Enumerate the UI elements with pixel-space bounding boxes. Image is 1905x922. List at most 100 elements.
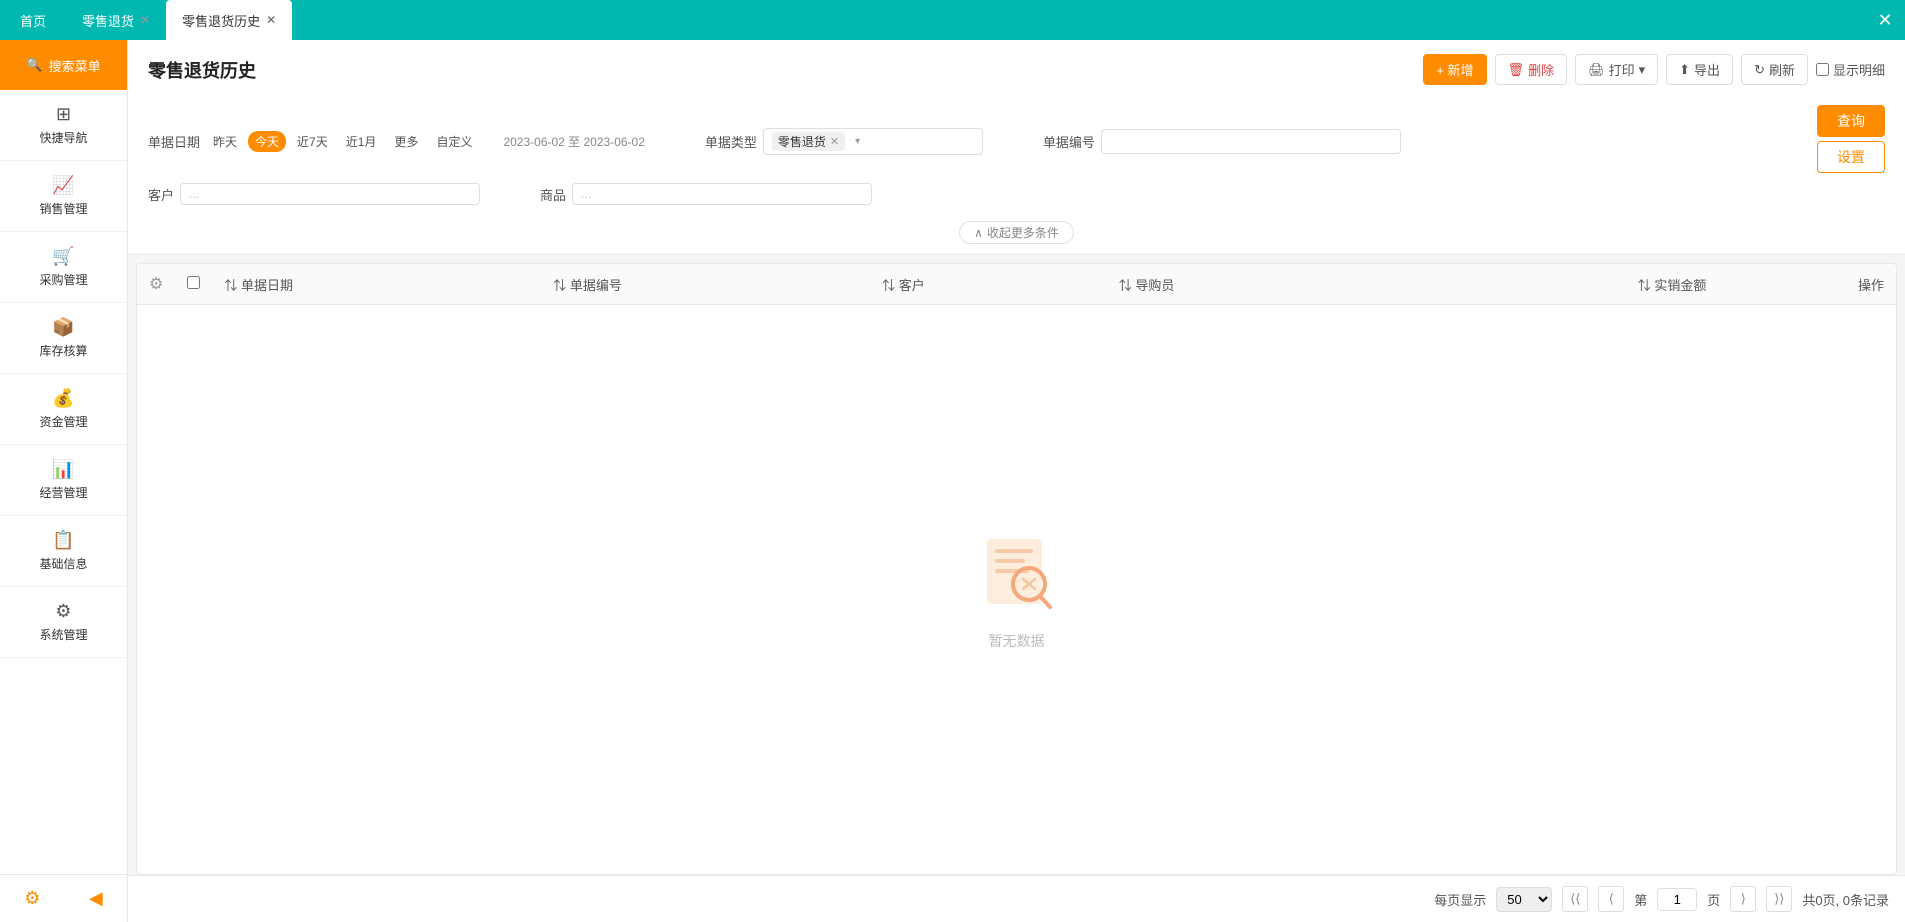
sidebar-item-inventory[interactable]: 📦 库存核算 [0,303,127,374]
finance-icon: 💰 [52,388,74,409]
export-icon: ⬆ [1679,62,1690,78]
print-dropdown-arrow: ▾ [1639,62,1646,78]
empty-text: 暂无数据 [989,631,1045,651]
date-opt-yesterday[interactable]: 昨天 [206,131,244,152]
close-tab-retail-return-history[interactable]: ✕ [266,13,276,27]
collapse-button[interactable]: ∧ 收起更多条件 [959,221,1074,244]
table-settings-icon[interactable]: ⚙ [149,276,163,293]
sidebar-item-sales-mgmt[interactable]: 📈 销售管理 [0,161,127,232]
doc-type-tag-remove[interactable]: ✕ [830,135,839,148]
sidebar-item-quick-nav[interactable]: ⊞ 快捷导航 [0,90,127,161]
sidebar: 🔍 搜索菜单 ⊞ 快捷导航 📈 销售管理 🛒 采购管理 📦 库存核算 💰 [0,40,128,922]
goods-placeholder: ... [581,187,591,201]
show-detail-checkbox-group: 显示明细 [1816,60,1885,79]
show-detail-checkbox[interactable] [1816,63,1829,76]
th-amount: ⇅ 实销金额 [1390,264,1719,305]
goods-filter: 商品 ... [540,183,872,205]
sidebar-item-purchase-mgmt[interactable]: 🛒 采购管理 [0,232,127,303]
customer-input[interactable]: ... [180,183,480,205]
select-all-checkbox[interactable] [187,276,200,289]
collapse-icon: ∧ [974,226,983,240]
main-table: ⚙ ⇅ 单据日期 ⇅ 单据编号 [137,264,1896,305]
inventory-icon: 📦 [52,317,74,338]
delete-icon: 🗑 [1508,62,1525,78]
doc-no-label: 单据编号 [1043,132,1095,151]
date-opt-custom[interactable]: 自定义 [429,131,479,152]
quick-nav-icon: ⊞ [56,104,71,125]
prev-page-button[interactable]: ⟨ [1598,886,1624,912]
pagination-bar: 每页显示 50 100 200 ⟨⟨ ⟨ 第 页 ⟩ ⟩⟩ 共0页, 0条记录 [128,875,1905,922]
date-opt-1month[interactable]: 近1月 [339,131,384,152]
sidebar-item-system[interactable]: ⚙ 系统管理 [0,587,127,658]
next-page-button[interactable]: ⟩ [1730,886,1756,912]
date-opt-7days[interactable]: 近7天 [290,131,335,152]
doc-type-input[interactable]: 零售退货 ✕ ▾ [763,128,983,155]
print-icon: 🖨 [1588,62,1605,78]
purchase-icon: 🛒 [52,246,74,267]
filter-row-2: 客户 ... 商品 ... [148,183,1885,205]
new-button[interactable]: + 新增 [1423,54,1486,85]
search-icon: 🔍 [26,57,42,73]
goods-label: 商品 [540,185,566,204]
query-button[interactable]: 查询 [1817,105,1885,137]
sidebar-item-finance[interactable]: 💰 资金管理 [0,374,127,445]
sales-icon: 📈 [52,175,74,196]
export-button[interactable]: ⬆ 导出 [1666,54,1733,85]
page-title: 零售退货历史 [148,57,256,83]
page-label: 第 [1634,890,1647,909]
tab-retail-return-history[interactable]: 零售退货历史 ✕ [166,0,292,40]
query-set-group: 查询 设置 [1817,105,1885,173]
customer-placeholder: ... [189,187,199,201]
close-window-button[interactable]: ✕ [1865,0,1905,40]
table-container: ⚙ ⇅ 单据日期 ⇅ 单据编号 [136,263,1897,875]
top-bar: 首页 零售退货 ✕ 零售退货历史 ✕ ✕ [0,0,1905,40]
print-button[interactable]: 🖨 打印 ▾ [1575,54,1658,85]
date-opt-today[interactable]: 今天 [248,131,286,152]
tab-retail-return[interactable]: 零售退货 ✕ [66,0,166,40]
delete-button[interactable]: 🗑 删除 [1495,54,1568,85]
empty-state-illustration [967,529,1067,619]
th-customer: ⇅ 客户 [870,264,1107,305]
th-guide: ⇅ 导购员 [1107,264,1390,305]
date-filter: 单据日期 昨天 今天 近7天 近1月 更多 自定义 [148,131,479,152]
date-opt-more[interactable]: 更多 [387,131,425,152]
filter-section: 单据日期 昨天 今天 近7天 近1月 更多 自定义 2023-06-02 至 2… [148,97,1885,254]
first-page-button[interactable]: ⟨⟨ [1562,886,1588,912]
doc-no-input[interactable] [1101,129,1401,154]
sidebar-item-base-info[interactable]: 📋 基础信息 [0,516,127,587]
date-range-display: 2023-06-02 至 2023-06-02 [503,133,644,150]
date-options-group: 昨天 今天 近7天 近1月 更多 自定义 [206,131,479,152]
doc-no-filter: 单据编号 [1043,129,1401,154]
customer-filter: 客户 ... [148,183,480,205]
collapse-bar: ∧ 收起更多条件 [148,215,1885,254]
tab-list: 首页 零售退货 ✕ 零售退货历史 ✕ [0,0,1865,40]
sidebar-search[interactable]: 🔍 搜索菜单 [0,40,127,90]
refresh-icon: ↻ [1754,62,1765,78]
doc-type-dropdown-arrow: ▾ [855,136,860,147]
total-info: 共0页, 0条记录 [1802,890,1889,909]
refresh-button[interactable]: ↻ 刷新 [1741,54,1808,85]
empty-state: 暂无数据 [137,305,1896,874]
page-title-row: 零售退货历史 + 新增 🗑 删除 🖨 打印 ▾ ⬆ 导出 [148,54,1885,85]
settings-bottom-icon[interactable]: ⚙ [24,888,40,909]
th-settings: ⚙ [137,264,175,305]
close-tab-retail-return[interactable]: ✕ [140,13,150,27]
page-number-input[interactable] [1657,888,1697,911]
per-page-select[interactable]: 50 100 200 [1496,887,1552,912]
collapse-sidebar-icon[interactable]: ◀ [89,888,103,909]
customer-label: 客户 [148,185,174,204]
operations-icon: 📊 [52,459,74,480]
page-header: 零售退货历史 + 新增 🗑 删除 🖨 打印 ▾ ⬆ 导出 [128,40,1905,255]
tab-home[interactable]: 首页 [0,0,66,40]
goods-input[interactable]: ... [572,183,872,205]
main-layout: 🔍 搜索菜单 ⊞ 快捷导航 📈 销售管理 🛒 采购管理 📦 库存核算 💰 [0,40,1905,922]
page-suffix: 页 [1707,890,1720,909]
doc-type-tag: 零售退货 ✕ [772,132,845,151]
base-info-icon: 📋 [52,530,74,551]
doc-type-filter: 单据类型 零售退货 ✕ ▾ [705,128,983,155]
th-action: 操作 [1718,264,1896,305]
th-no: ⇅ 单据编号 [541,264,870,305]
set-button[interactable]: 设置 [1817,141,1885,173]
sidebar-item-operations[interactable]: 📊 经营管理 [0,445,127,516]
last-page-button[interactable]: ⟩⟩ [1766,886,1792,912]
